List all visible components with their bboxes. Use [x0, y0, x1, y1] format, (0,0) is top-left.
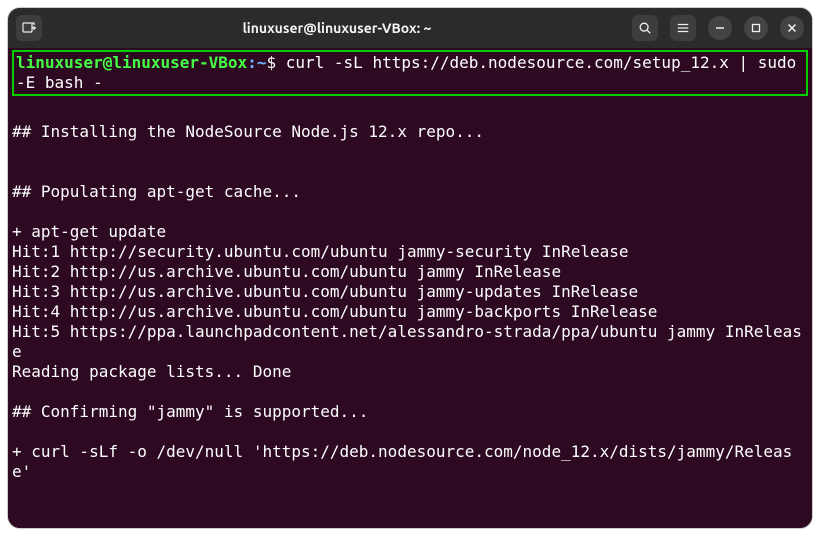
output-line: Hit:1 http://security.ubuntu.com/ubuntu …	[12, 242, 808, 262]
search-icon	[638, 21, 652, 35]
prompt-line: linuxuser@linuxuser-VBox:~$ curl -sL htt…	[16, 53, 804, 93]
terminal-body[interactable]: linuxuser@linuxuser-VBox:~$ curl -sL htt…	[8, 48, 812, 528]
menu-button[interactable]	[670, 15, 696, 41]
titlebar-right	[632, 15, 804, 41]
close-button[interactable]	[780, 16, 804, 40]
terminal-output: ## Installing the NodeSource Node.js 12.…	[12, 102, 808, 482]
output-line	[12, 162, 808, 182]
prompt-symbol: $	[266, 53, 276, 72]
window-title: linuxuser@linuxuser-VBox: ~	[42, 20, 632, 36]
hamburger-icon	[676, 21, 690, 35]
output-line: Reading package lists... Done	[12, 362, 808, 382]
titlebar: linuxuser@linuxuser-VBox: ~	[8, 8, 812, 48]
output-line	[12, 422, 808, 442]
output-line: Hit:4 http://us.archive.ubuntu.com/ubunt…	[12, 302, 808, 322]
output-line: Hit:5 https://ppa.launchpadcontent.net/a…	[12, 322, 808, 362]
output-line: Hit:2 http://us.archive.ubuntu.com/ubunt…	[12, 262, 808, 282]
output-line: ## Confirming "jammy" is supported...	[12, 402, 808, 422]
minimize-button[interactable]	[708, 16, 732, 40]
output-line: ## Populating apt-get cache...	[12, 182, 808, 202]
prompt-separator: :	[247, 53, 257, 72]
search-button[interactable]	[632, 15, 658, 41]
output-line	[12, 202, 808, 222]
close-icon	[787, 23, 797, 33]
output-line	[12, 382, 808, 402]
output-line	[12, 142, 808, 162]
output-line	[12, 102, 808, 122]
prompt-user-host: linuxuser@linuxuser-VBox	[16, 53, 247, 72]
output-line: + apt-get update	[12, 222, 808, 242]
command-highlight-box: linuxuser@linuxuser-VBox:~$ curl -sL htt…	[12, 50, 808, 96]
new-tab-icon	[21, 20, 37, 36]
titlebar-left	[16, 15, 42, 41]
maximize-icon	[751, 23, 761, 33]
maximize-button[interactable]	[744, 16, 768, 40]
minimize-icon	[715, 23, 725, 33]
output-line: Hit:3 http://us.archive.ubuntu.com/ubunt…	[12, 282, 808, 302]
new-tab-button[interactable]	[16, 15, 42, 41]
output-line: + curl -sLf -o /dev/null 'https://deb.no…	[12, 442, 808, 482]
terminal-window: linuxuser@linuxuser-VBox: ~	[8, 8, 812, 528]
output-line: ## Installing the NodeSource Node.js 12.…	[12, 122, 808, 142]
